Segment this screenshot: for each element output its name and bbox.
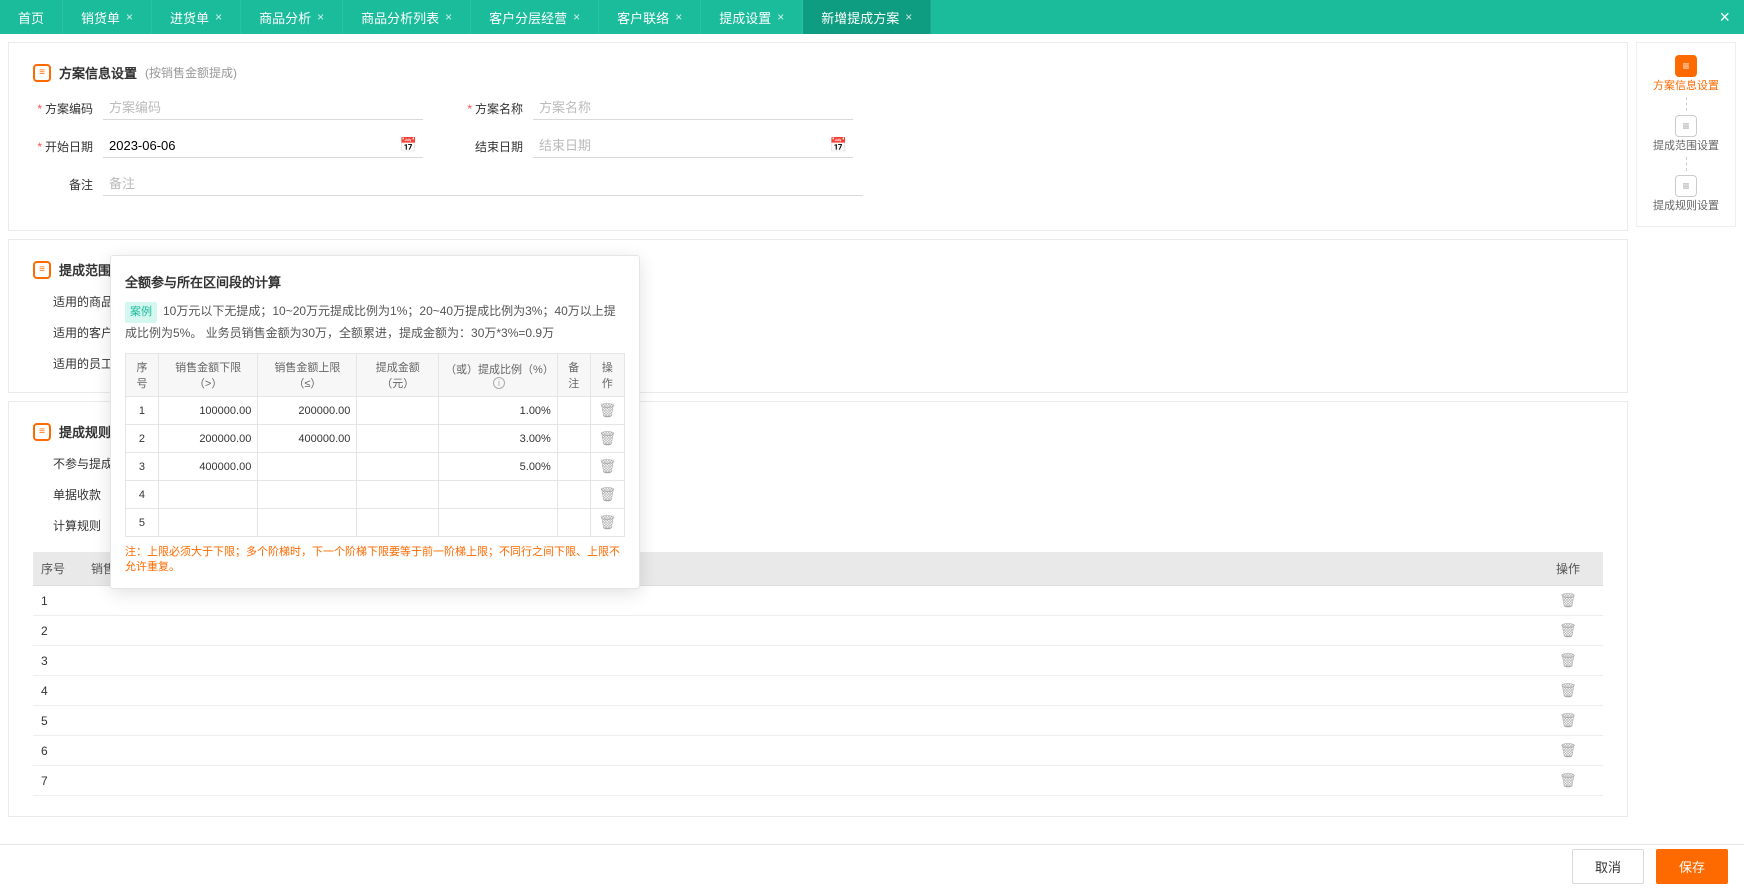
nav-rule[interactable]: ≡ 提成规则设置 (1653, 175, 1719, 213)
label-start-date: 开始日期 (33, 138, 93, 155)
tabs-bar: 首页 销货单× 进货单× 商品分析× 商品分析列表× 客户分层经营× 客户联络×… (0, 0, 1744, 34)
example-popover: 全额参与所在区间段的计算 案例10万元以下无提成；10~20万元提成比例为1%；… (110, 255, 640, 589)
tab-customer-contact[interactable]: 客户联络× (599, 0, 701, 34)
trash-icon[interactable]: 🗑 (1559, 652, 1577, 668)
trash-icon[interactable]: 🗑 (1559, 742, 1577, 758)
table-row: 4🗑 (126, 481, 625, 509)
close-icon[interactable]: × (573, 10, 580, 24)
calendar-icon[interactable]: 📅 (830, 137, 847, 154)
tab-purchase-order[interactable]: 进货单× (152, 0, 241, 34)
footer-actions: 取消 保存 (0, 844, 1744, 888)
cancel-button[interactable]: 取消 (1572, 849, 1644, 884)
table-row: 1100000.00200000.001.00%🗑 (126, 397, 625, 425)
trash-icon[interactable]: 🗑 (1559, 592, 1577, 608)
label-plan-name: 方案名称 (463, 100, 523, 117)
close-icon[interactable]: × (777, 10, 784, 24)
popover-table: 序号 销售金额下限（>） 销售金额上限（≤） 提成金额（元） （或）提成比例（%… (125, 353, 625, 537)
section-icon: ≡ (33, 64, 51, 82)
tab-home[interactable]: 首页 (0, 0, 63, 34)
section-nav-icon: ≡ (1675, 115, 1697, 137)
table-row[interactable]: 5🗑 (33, 706, 1603, 736)
save-button[interactable]: 保存 (1656, 849, 1728, 884)
input-end-date[interactable] (533, 134, 853, 158)
input-plan-code[interactable] (103, 96, 423, 120)
close-icon[interactable]: × (215, 10, 222, 24)
close-icon[interactable]: × (317, 10, 324, 24)
trash-icon[interactable]: 🗑 (1559, 712, 1577, 728)
section-nav: ≡ 方案信息设置 ≡ 提成范围设置 ≡ 提成规则设置 (1636, 42, 1736, 227)
trash-icon[interactable]: 🗑 (598, 514, 616, 530)
rule-calc-label: 计算规则 (53, 517, 101, 534)
table-row[interactable]: 6🗑 (33, 736, 1603, 766)
tab-commission-config[interactable]: 提成设置× (701, 0, 803, 34)
trash-icon[interactable]: 🗑 (598, 486, 616, 502)
info-icon[interactable]: i (493, 377, 505, 389)
table-row: 5🗑 (126, 509, 625, 537)
popover-note: 注：上限必须大于下限；多个阶梯时，下一个阶梯下限要等于前一阶梯上限；不同行之间下… (125, 545, 625, 576)
table-row[interactable]: 2🗑 (33, 616, 1603, 646)
nav-scope[interactable]: ≡ 提成范围设置 (1653, 115, 1719, 153)
label-end-date: 结束日期 (463, 138, 523, 155)
tab-new-commission-plan[interactable]: 新增提成方案× (803, 0, 931, 34)
trash-icon[interactable]: 🗑 (598, 402, 616, 418)
trash-icon[interactable]: 🗑 (1559, 622, 1577, 638)
trash-icon[interactable]: 🗑 (1559, 772, 1577, 788)
panel-subtitle: (按销售金额提成) (145, 64, 237, 81)
trash-icon[interactable]: 🗑 (598, 430, 616, 446)
table-row[interactable]: 4🗑 (33, 676, 1603, 706)
tab-product-analysis-list[interactable]: 商品分析列表× (343, 0, 471, 34)
input-start-date[interactable] (103, 134, 423, 158)
trash-icon[interactable]: 🗑 (598, 458, 616, 474)
section-icon: ≡ (33, 261, 51, 279)
table-row[interactable]: 1🗑 (33, 586, 1603, 616)
panel-plan-info: ≡ 方案信息设置 (按销售金额提成) 方案编码 方案名称 开始日期 (8, 42, 1628, 231)
close-icon[interactable]: × (905, 10, 912, 24)
label-plan-code: 方案编码 (33, 100, 93, 117)
table-row[interactable]: 3🗑 (33, 646, 1603, 676)
table-row: 2200000.00400000.003.00%🗑 (126, 425, 625, 453)
label-remark: 备注 (33, 176, 93, 193)
close-icon[interactable]: × (126, 10, 133, 24)
close-icon[interactable]: × (675, 10, 682, 24)
table-row[interactable]: 7🗑 (33, 766, 1603, 796)
section-icon: ≡ (33, 423, 51, 441)
section-nav-icon: ≡ (1675, 175, 1697, 197)
popover-title: 全额参与所在区间段的计算 (125, 272, 625, 291)
trash-icon[interactable]: 🗑 (1559, 682, 1577, 698)
tabs-close-all-icon[interactable]: × (1713, 0, 1736, 34)
nav-plan-info[interactable]: ≡ 方案信息设置 (1653, 55, 1719, 93)
panel-title: 方案信息设置 (59, 63, 137, 82)
input-remark[interactable] (103, 172, 863, 196)
tab-sale-order[interactable]: 销货单× (63, 0, 152, 34)
tab-customer-seg[interactable]: 客户分层经营× (471, 0, 599, 34)
table-row: 3400000.005.00%🗑 (126, 453, 625, 481)
calendar-icon[interactable]: 📅 (400, 137, 417, 154)
tab-product-analysis[interactable]: 商品分析× (241, 0, 343, 34)
popover-desc: 案例10万元以下无提成；10~20万元提成比例为1%；20~40万提成比例为3%… (125, 301, 625, 343)
close-icon[interactable]: × (445, 10, 452, 24)
input-plan-name[interactable] (533, 96, 853, 120)
section-nav-icon: ≡ (1675, 55, 1697, 77)
